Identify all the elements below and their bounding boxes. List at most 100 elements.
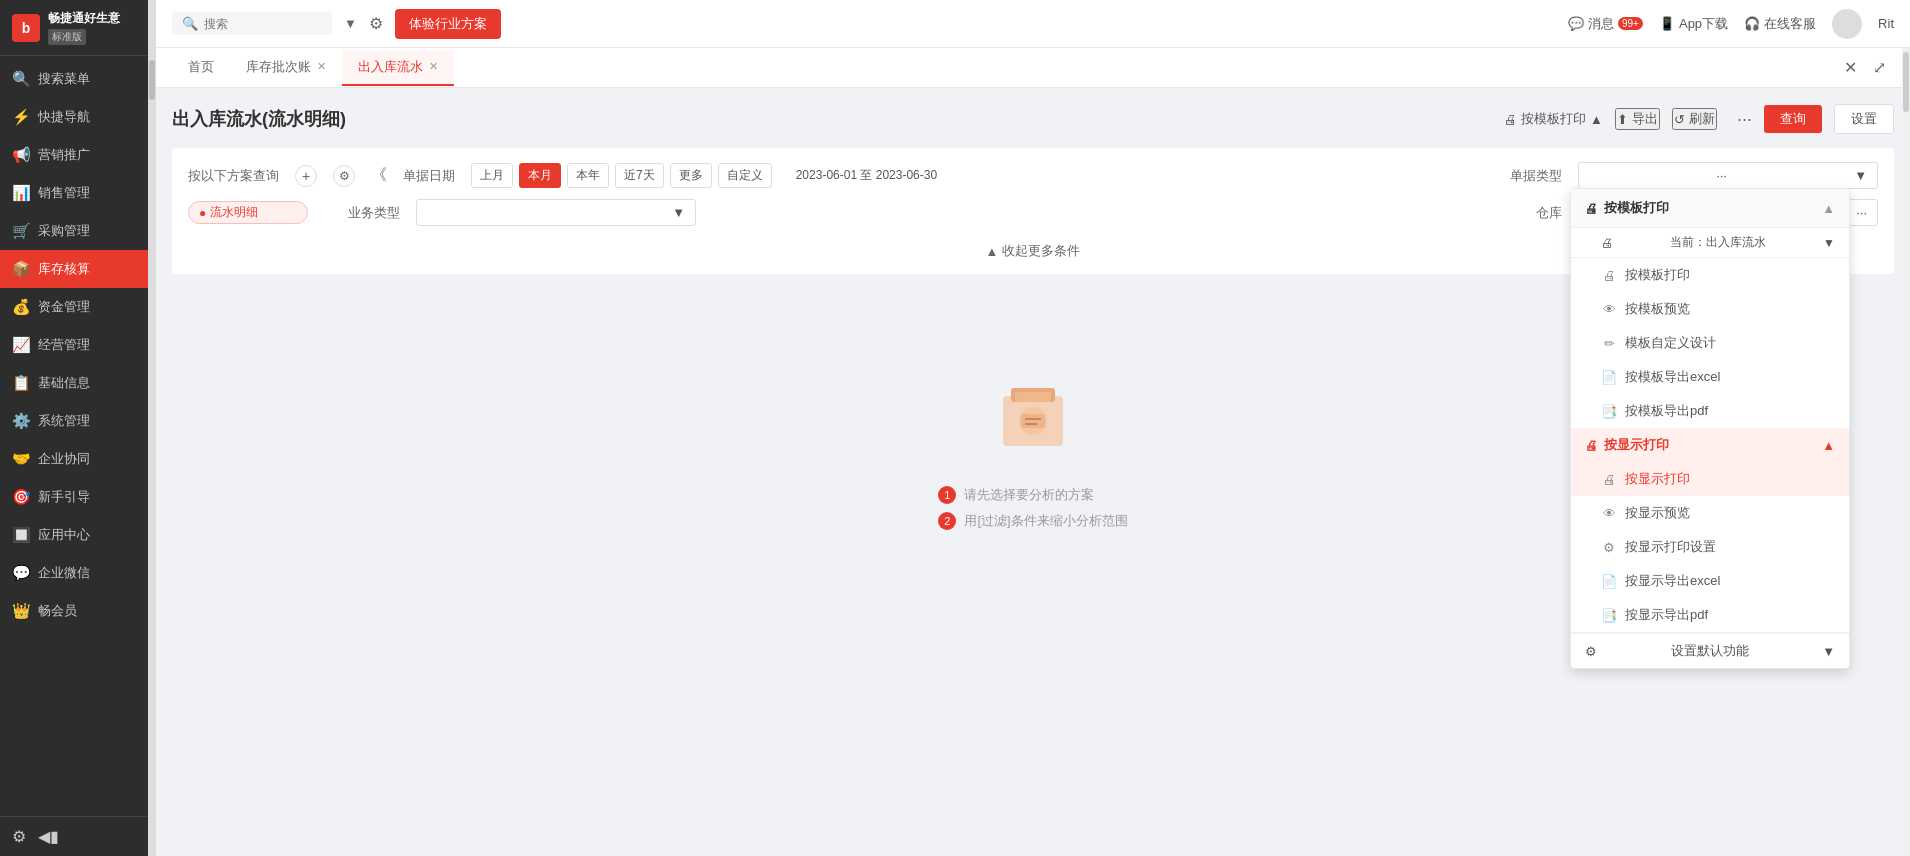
biz-type-select[interactable]: ▼ bbox=[416, 199, 696, 226]
tab-batch-close[interactable]: ✕ bbox=[317, 60, 326, 73]
display-pdf-label: 按显示导出pdf bbox=[1625, 606, 1708, 624]
display-section-title: 按显示打印 bbox=[1604, 436, 1669, 454]
export-button[interactable]: ⬆ 导出 bbox=[1615, 108, 1660, 130]
app-download-action[interactable]: 📱 App下载 bbox=[1659, 15, 1728, 33]
finance-icon: 💰 bbox=[12, 298, 30, 316]
sidebar-item-finance[interactable]: 💰 资金管理 bbox=[0, 288, 148, 326]
display-print-icon: 🖨 bbox=[1601, 471, 1617, 487]
sidebar-label-collab: 企业协同 bbox=[38, 450, 90, 468]
dropdown-header-collapse-arrow[interactable]: ▲ bbox=[1822, 201, 1835, 216]
sidebar-item-search[interactable]: 🔍 搜索菜单 bbox=[0, 60, 148, 98]
sidebar-item-inventory[interactable]: 📦 库存核算 bbox=[0, 250, 148, 288]
collapse-label: 收起更多条件 bbox=[1002, 242, 1080, 260]
search-box-icon: 🔍 bbox=[182, 16, 198, 31]
template-print-dropdown: 🖨 按模板打印 ▲ 🖨 当前：出入库流水 ▼ 🖨 按模板打印 👁 按模板预览 bbox=[1570, 188, 1850, 669]
date-range-display: 2023-06-01 至 2023-06-30 bbox=[796, 167, 937, 184]
search-dropdown-arrow[interactable]: ▼ bbox=[344, 16, 357, 31]
tab-home[interactable]: 首页 bbox=[172, 50, 230, 86]
sales-icon: 📊 bbox=[12, 184, 30, 202]
trial-btn[interactable]: 体验行业方案 bbox=[395, 9, 501, 39]
sidebar-item-sales[interactable]: 📊 销售管理 bbox=[0, 174, 148, 212]
settings-icon[interactable]: ⚙ bbox=[12, 827, 26, 846]
tab-flow-close[interactable]: ✕ bbox=[429, 60, 438, 73]
filter-scheme-label: 按以下方案查询 bbox=[188, 167, 279, 185]
sidebar-item-purchase[interactable]: 🛒 采购管理 bbox=[0, 212, 148, 250]
collapse-sidebar-icon[interactable]: ◀▮ bbox=[38, 827, 59, 846]
sidebar-item-appcenter[interactable]: 🔲 应用中心 bbox=[0, 516, 148, 554]
svg-rect-4 bbox=[1021, 414, 1045, 428]
template-print-button[interactable]: 🖨 按模板打印 ▲ bbox=[1504, 110, 1603, 128]
sidebar-item-operations[interactable]: 📈 经营管理 bbox=[0, 326, 148, 364]
template-print-label: 按模板打印 bbox=[1521, 110, 1586, 128]
sidebar-navigation: 🔍 搜索菜单 ⚡ 快捷导航 📢 营销推广 📊 销售管理 🛒 采购管理 📦 库存核… bbox=[0, 56, 148, 816]
tab-flow[interactable]: 出入库流水 ✕ bbox=[342, 50, 454, 86]
template-preview-item-label: 按模板预览 bbox=[1625, 300, 1690, 318]
dropdown-template-print[interactable]: 🖨 按模板打印 bbox=[1571, 258, 1849, 292]
date-this-year-btn[interactable]: 本年 bbox=[567, 163, 609, 188]
template-print-item-label: 按模板打印 bbox=[1625, 266, 1690, 284]
doc-type-arrow: ▼ bbox=[1854, 168, 1867, 183]
date-this-month-btn[interactable]: 本月 bbox=[519, 163, 561, 188]
display-section-icon: 🖨 bbox=[1585, 438, 1598, 453]
display-settings-icon: ⚙ bbox=[1601, 539, 1617, 555]
marketing-icon: 📢 bbox=[12, 146, 30, 164]
message-action[interactable]: 💬 消息 99+ bbox=[1568, 15, 1643, 33]
close-window-icon[interactable]: ✕ bbox=[1836, 58, 1865, 77]
sidebar-item-quicknav[interactable]: ⚡ 快捷导航 bbox=[0, 98, 148, 136]
dropdown-footer-settings[interactable]: ⚙ 设置默认功能 ▼ bbox=[1571, 633, 1849, 668]
right-scroll-thumb bbox=[1903, 52, 1909, 112]
biz-type-arrow: ▼ bbox=[672, 205, 685, 220]
sidebar-item-member[interactable]: 👑 畅会员 bbox=[0, 592, 148, 630]
refresh-label: 刷新 bbox=[1689, 110, 1715, 128]
template-preview-icon: 👁 bbox=[1601, 301, 1617, 317]
filter-tag-area: ● 流水明细 bbox=[188, 201, 308, 224]
online-service-action[interactable]: 🎧 在线客服 bbox=[1744, 15, 1816, 33]
dropdown-template-pdf[interactable]: 📑 按模板导出pdf bbox=[1571, 394, 1849, 428]
dropdown-display-preview[interactable]: 👁 按显示预览 bbox=[1571, 496, 1849, 530]
template-excel-item-label: 按模板导出excel bbox=[1625, 368, 1720, 386]
date-last-month-btn[interactable]: 上月 bbox=[471, 163, 513, 188]
tabs-bar: 首页 库存批次账 ✕ 出入库流水 ✕ ✕ ⤢ bbox=[156, 48, 1910, 88]
logo-area: b 畅捷通好生意 标准版 bbox=[0, 0, 148, 56]
query-button[interactable]: 查询 bbox=[1764, 105, 1822, 133]
sidebar-item-system[interactable]: ⚙️ 系统管理 bbox=[0, 402, 148, 440]
dropdown-template-preview[interactable]: 👁 按模板预览 bbox=[1571, 292, 1849, 326]
basic-icon: 📋 bbox=[12, 374, 30, 392]
footer-arrow: ▼ bbox=[1822, 644, 1835, 659]
sidebar-item-guide[interactable]: 🎯 新手引导 bbox=[0, 478, 148, 516]
filter-collapse-arrow[interactable]: 《 bbox=[371, 165, 387, 186]
topbar-search-box[interactable]: 🔍 bbox=[172, 12, 332, 35]
dropdown-display-excel[interactable]: 📄 按显示导出excel bbox=[1571, 564, 1849, 598]
search-input[interactable] bbox=[204, 17, 304, 31]
collapse-more-btn[interactable]: ▲ 收起更多条件 bbox=[986, 242, 1081, 260]
display-preview-icon: 👁 bbox=[1601, 505, 1617, 521]
sidebar-item-wechat[interactable]: 💬 企业微信 bbox=[0, 554, 148, 592]
settings-button[interactable]: 设置 bbox=[1834, 104, 1894, 134]
filter-add-button[interactable]: + bbox=[295, 165, 317, 187]
doc-type-select[interactable]: ··· ▼ bbox=[1578, 162, 1878, 189]
sidebar-item-collab[interactable]: 🤝 企业协同 bbox=[0, 440, 148, 478]
user-avatar[interactable] bbox=[1832, 9, 1862, 39]
dropdown-display-print[interactable]: 🖨 按显示打印 bbox=[1571, 462, 1849, 496]
date-custom-btn[interactable]: 自定义 bbox=[718, 163, 772, 188]
date-more-btn[interactable]: 更多 bbox=[670, 163, 712, 188]
date-7days-btn[interactable]: 近7天 bbox=[615, 163, 664, 188]
refresh-button[interactable]: ↺ 刷新 bbox=[1672, 108, 1717, 130]
filter-setting-button[interactable]: ⚙ bbox=[333, 165, 355, 187]
sidebar-item-basic[interactable]: 📋 基础信息 bbox=[0, 364, 148, 402]
dropdown-template-excel[interactable]: 📄 按模板导出excel bbox=[1571, 360, 1849, 394]
sidebar-label-basic: 基础信息 bbox=[38, 374, 90, 392]
filter-tag-item[interactable]: ● 流水明细 bbox=[188, 201, 308, 224]
dropdown-display-pdf[interactable]: 📑 按显示导出pdf bbox=[1571, 598, 1849, 632]
settings-gear-icon[interactable]: ⚙ bbox=[369, 14, 383, 33]
message-label: 消息 bbox=[1588, 15, 1614, 33]
sidebar-scroll-thumb bbox=[149, 60, 155, 100]
sidebar-item-marketing[interactable]: 📢 营销推广 bbox=[0, 136, 148, 174]
sidebar-scroll-track bbox=[148, 0, 156, 856]
dropdown-template-custom[interactable]: ✏ 模板自定义设计 bbox=[1571, 326, 1849, 360]
tab-batch[interactable]: 库存批次账 ✕ bbox=[230, 50, 342, 86]
display-section-header[interactable]: 🖨 按显示打印 ▲ bbox=[1571, 428, 1849, 462]
maximize-icon[interactable]: ⤢ bbox=[1865, 58, 1894, 77]
more-actions-icon[interactable]: ··· bbox=[1737, 109, 1752, 130]
dropdown-display-print-settings[interactable]: ⚙ 按显示打印设置 bbox=[1571, 530, 1849, 564]
